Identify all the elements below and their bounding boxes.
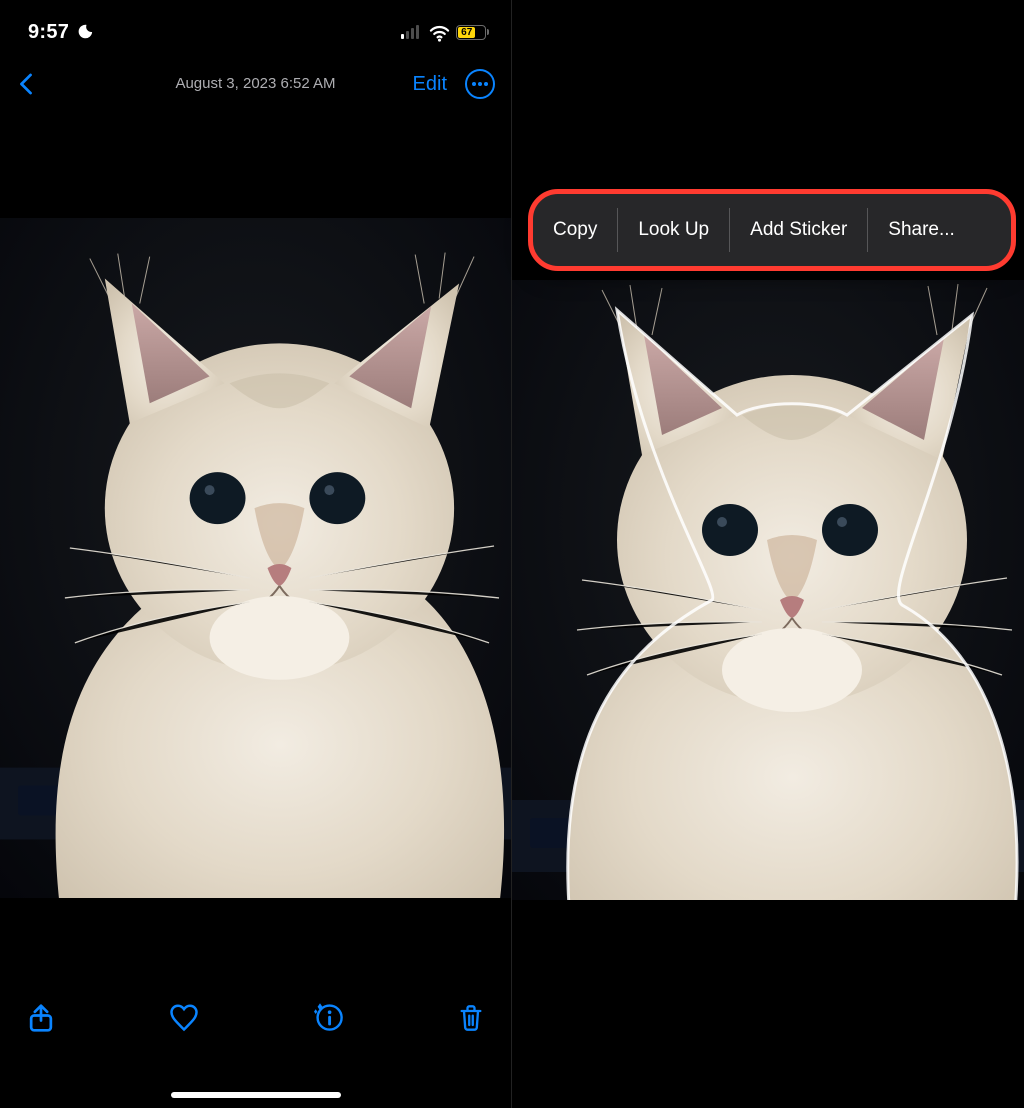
home-indicator[interactable] [171, 1092, 341, 1098]
context-copy[interactable]: Copy [533, 194, 617, 266]
share-button[interactable] [26, 1002, 56, 1034]
status-bar: 9:57 67 [0, 0, 511, 54]
battery-indicator: 67 [456, 25, 489, 40]
cat-photo-lifted [512, 280, 1024, 900]
photo-timestamp: August 3, 2023 6:52 AM [175, 75, 335, 92]
cat-photo [0, 218, 511, 898]
lifted-subject-view[interactable] [512, 280, 1024, 900]
photo-viewer[interactable] [0, 218, 511, 898]
info-button[interactable] [313, 1002, 345, 1032]
battery-level: 67 [458, 27, 475, 38]
back-button[interactable] [16, 70, 36, 98]
favorite-button[interactable] [168, 1002, 200, 1032]
edit-button[interactable]: Edit [413, 73, 447, 96]
cellular-signal-icon [401, 25, 423, 39]
subject-lift-screen: Copy Look Up Add Sticker Share... [512, 0, 1024, 1108]
photos-detail-screen: 9:57 67 August 3, 2023 6:52 AM Edit [0, 0, 512, 1108]
nav-header: August 3, 2023 6:52 AM Edit [0, 54, 511, 114]
context-add-sticker[interactable]: Add Sticker [730, 194, 867, 266]
wifi-icon [429, 22, 450, 43]
more-options-button[interactable] [465, 69, 495, 99]
do-not-disturb-icon [76, 23, 94, 41]
context-share[interactable]: Share... [868, 194, 975, 266]
context-menu: Copy Look Up Add Sticker Share... [528, 189, 1016, 271]
status-time: 9:57 [28, 21, 69, 44]
context-look-up[interactable]: Look Up [618, 194, 729, 266]
delete-button[interactable] [457, 1002, 485, 1034]
bottom-toolbar [0, 968, 511, 1108]
